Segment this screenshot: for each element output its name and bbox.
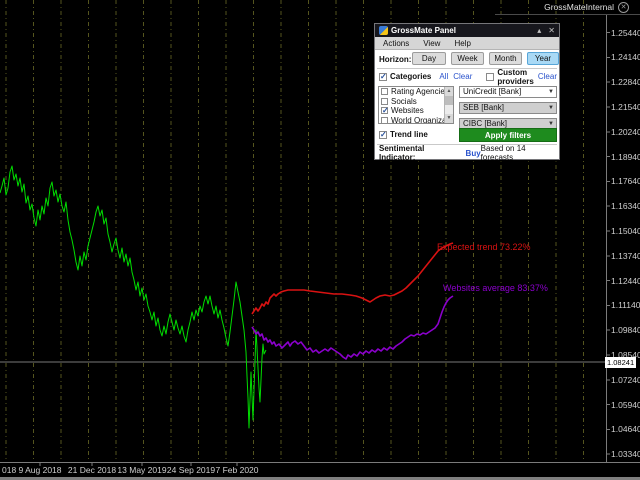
- price-label: 1.09840: [611, 325, 640, 336]
- indicator-header: GrossMateInternal ✕: [495, 0, 640, 15]
- list-item[interactable]: Rating Agencies: [379, 87, 453, 97]
- list-item[interactable]: World Organizations: [379, 116, 453, 123]
- date-label: 21 Dec 2018: [67, 465, 117, 475]
- date-label: 7 Feb 2020: [215, 465, 259, 475]
- current-price-badge: 1.08241: [605, 357, 637, 368]
- date-label: 9 Aug 2018: [18, 465, 62, 475]
- price-label: 1.18940: [611, 151, 640, 162]
- scrollbar-thumb[interactable]: [445, 96, 453, 105]
- indicator-name: GrossMateInternal: [544, 2, 614, 12]
- horizon-label: Horizon:: [379, 55, 412, 64]
- price-label: 1.05940: [611, 399, 640, 410]
- filter-header-row: Categories All Clear Custom providers Cl…: [379, 68, 557, 86]
- provider-dropdown-value: CIBC [Bank]: [463, 119, 508, 128]
- trend-line-checkbox[interactable]: [379, 130, 387, 139]
- trend-label-websites-average: Websites average 83.37%: [443, 283, 548, 293]
- categories-listbox: Rating AgenciesSocialsWebsitesWorld Orga…: [378, 86, 454, 124]
- price-label: 1.16340: [611, 201, 640, 212]
- time-axis-border: [0, 462, 640, 463]
- provider-dropdown-1[interactable]: SEB [Bank] ▼: [459, 102, 557, 114]
- categories-clear-link[interactable]: Clear: [453, 72, 472, 81]
- world-organizations-checkbox[interactable]: [381, 116, 388, 123]
- price-label: 1.21540: [611, 102, 640, 112]
- price-axis-border: [606, 15, 607, 462]
- price-label: 1.04640: [611, 424, 640, 435]
- list-item[interactable]: Websites: [379, 106, 453, 116]
- rating-agencies-checkbox[interactable]: [381, 88, 388, 96]
- close-icon[interactable]: ✕: [548, 24, 555, 37]
- price-label: 1.22840: [611, 77, 640, 88]
- menu-item-actions[interactable]: Actions: [383, 39, 409, 48]
- categories-all-link[interactable]: All: [439, 72, 448, 81]
- menu-item-view[interactable]: View: [423, 39, 440, 48]
- date-label: 018: [2, 465, 17, 475]
- provider-dropdown-value: UniCredit [Bank]: [463, 87, 522, 96]
- sentimental-label: Sentimental Indicator:: [379, 144, 425, 162]
- listbox-scrollbar[interactable]: ▲ ▼: [444, 87, 453, 123]
- price-label: 1.20240: [611, 126, 640, 137]
- custom-providers-checkbox[interactable]: [486, 72, 495, 81]
- chevron-down-icon: ▼: [548, 105, 554, 111]
- series-expected-trend: [251, 242, 454, 315]
- price-label: 1.25440: [611, 27, 640, 38]
- list-item[interactable]: Socials: [379, 97, 453, 107]
- horizon-row: Horizon: Day Week Month Year: [375, 50, 559, 67]
- price-label: 1.17640: [611, 176, 640, 187]
- custom-providers-label: Custom providers: [497, 67, 534, 86]
- menu-bar: Actions View Help: [375, 37, 559, 50]
- horizon-button-month[interactable]: Month: [489, 52, 522, 65]
- custom-providers-clear-link[interactable]: Clear: [538, 72, 557, 81]
- horizon-button-year[interactable]: Year: [527, 52, 559, 65]
- scroll-down-icon[interactable]: ▼: [445, 114, 453, 123]
- panel-title-bar[interactable]: GrossMate Panel ▴ ✕: [375, 24, 559, 37]
- price-label: 1.24140: [611, 52, 640, 63]
- mt4-chart-window: GrossMateInternal ✕ 1.25440 1.24140 1.2284…: [0, 0, 640, 480]
- apply-filters-button[interactable]: Apply filters: [459, 128, 557, 142]
- list-item-label: Socials: [391, 96, 417, 106]
- categories-checkbox[interactable]: [379, 72, 387, 81]
- trend-line-label: Trend line: [390, 130, 428, 139]
- indicator-close-icon[interactable]: ✕: [618, 1, 629, 13]
- grossmate-panel: GrossMate Panel ▴ ✕ Actions View Help Hori…: [374, 23, 560, 162]
- horizon-button-day[interactable]: Day: [412, 52, 446, 65]
- sentimental-note: Based on 14 forecasts: [480, 144, 526, 162]
- sentimental-row: Sentimental Indicator: Buy Based on 14 f…: [379, 144, 557, 162]
- sentimental-value: Buy: [465, 148, 481, 158]
- provider-dropdown-value: SEB [Bank]: [463, 103, 504, 112]
- socials-checkbox[interactable]: [381, 97, 388, 105]
- trend-label-expected-trend: Expected trend 73.22%: [437, 242, 531, 252]
- series-websites-average: [251, 295, 454, 360]
- date-label: 13 May 2019: [117, 465, 167, 475]
- chevron-down-icon: ▼: [548, 89, 554, 95]
- date-label: 24 Sep 2019: [166, 465, 216, 475]
- horizon-button-week[interactable]: Week: [451, 52, 484, 65]
- price-label: 1.15040: [611, 226, 640, 236]
- panel-title: GrossMate Panel: [391, 26, 456, 35]
- list-item-label: Rating Agencies: [391, 87, 449, 97]
- menu-item-help[interactable]: Help: [454, 39, 470, 48]
- price-label: 1.07240: [611, 374, 640, 385]
- list-item-label: Websites: [391, 106, 424, 116]
- categories-label: Categories: [390, 72, 432, 81]
- minimize-icon[interactable]: ▴: [537, 24, 541, 37]
- websites-checkbox[interactable]: [381, 106, 389, 115]
- price-label: 1.13740: [611, 250, 640, 261]
- provider-dropdown-0[interactable]: UniCredit [Bank] ▼: [459, 86, 557, 98]
- trend-line-row: Trend line: [379, 130, 428, 139]
- price-label: 1.03340: [611, 449, 640, 460]
- price-label: 1.11140: [611, 300, 640, 311]
- price-label: 1.12440: [611, 275, 640, 286]
- scroll-up-icon[interactable]: ▲: [445, 87, 453, 96]
- grossmate-logo-icon: [379, 26, 388, 35]
